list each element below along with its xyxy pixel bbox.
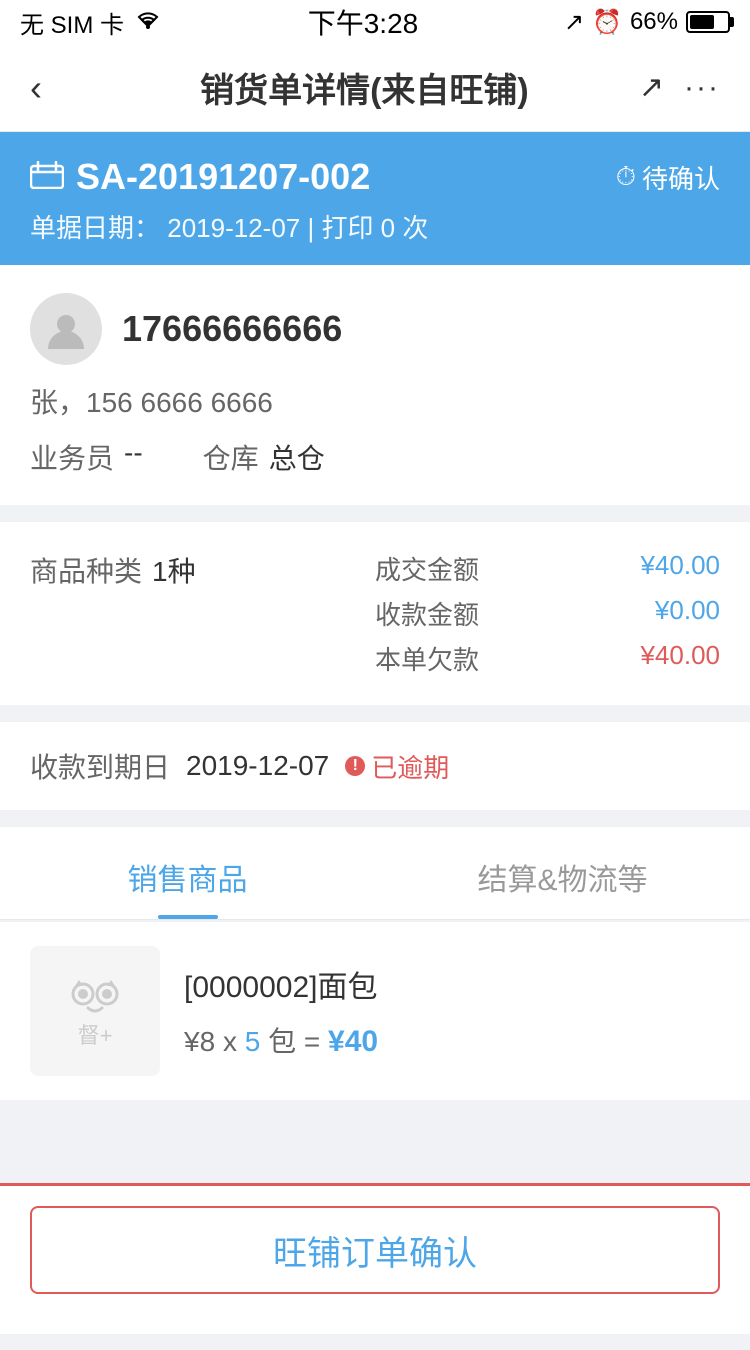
back-button[interactable]: ‹ [30, 67, 90, 109]
warehouse-item: 仓库 总仓 [203, 437, 325, 477]
status-bar-time: 下午3:28 [308, 2, 419, 42]
status-bar-right: ↗ ⏰ 66% [564, 8, 730, 37]
battery-icon [686, 11, 730, 33]
status-bar: 无 SIM 卡 下午3:28 ↗ ⏰ 66% [0, 0, 750, 44]
battery-percent: 66% [630, 8, 678, 36]
location-icon: ↗ [564, 8, 584, 37]
nav-bar: ‹ 销货单详情(来自旺铺) ↗ ··· [0, 44, 750, 132]
owed-row: 本单欠款 ¥40.00 [375, 640, 720, 677]
alarm-icon: ⏰ [592, 8, 622, 37]
status-clock-icon: ⏱ [616, 161, 636, 193]
order-status: ⏱ 待确认 [616, 159, 720, 196]
order-date-row: 单据日期： 2019-12-07 | 打印 0 次 [30, 208, 720, 245]
page-title: 销货单详情(来自旺铺) [200, 63, 529, 112]
order-id: SA-20191207-002 [30, 156, 370, 198]
nav-actions: ↗ ··· [639, 70, 720, 105]
wifi-icon [134, 8, 162, 37]
confirm-order-button[interactable]: 旺铺订单确认 [30, 1206, 720, 1294]
product-name: [0000002]面包 [184, 962, 720, 1006]
summary-right: 成交金额 ¥40.00 收款金额 ¥0.00 本单欠款 ¥40.00 [375, 550, 720, 677]
customer-meta: 业务员 -- 仓库 总仓 [30, 437, 720, 477]
order-icon [30, 156, 64, 198]
product-price-row: ¥8 x 5 包 = ¥40 [184, 1020, 720, 1060]
customer-name: 张，156 6666 6666 [30, 381, 720, 421]
table-row: 督+ [0000002]面包 ¥8 x 5 包 = ¥40 [0, 922, 750, 1100]
status-bar-left: 无 SIM 卡 [20, 5, 162, 40]
customer-top: 17666666666 [30, 293, 720, 365]
order-id-row: SA-20191207-002 ⏱ 待确认 [30, 156, 720, 198]
carrier-text: 无 SIM 卡 [20, 5, 124, 40]
customer-card: 17666666666 张，156 6666 6666 业务员 -- 仓库 总仓 [0, 265, 750, 505]
amount-row: 成交金额 ¥40.00 [375, 550, 720, 587]
due-date-card: 收款到期日 2019-12-07 ! 已逾期 [0, 722, 750, 810]
overdue-badge: ! 已逾期 [345, 748, 449, 785]
sales-item: 业务员 -- [30, 437, 143, 477]
order-header: SA-20191207-002 ⏱ 待确认 单据日期： 2019-12-07 |… [0, 132, 750, 265]
tab-sales[interactable]: 销售商品 [0, 827, 375, 919]
tab-settlement[interactable]: 结算&物流等 [375, 827, 750, 919]
summary-left: 商品种类 1种 [30, 550, 375, 677]
confirm-button-wrap: 旺铺订单确认 [0, 1183, 750, 1334]
product-info: [0000002]面包 ¥8 x 5 包 = ¥40 [184, 962, 720, 1060]
received-row: 收款金额 ¥0.00 [375, 595, 720, 632]
more-icon[interactable]: ··· [684, 71, 720, 105]
tabs-bar: 销售商品 结算&物流等 [0, 827, 750, 920]
share-icon[interactable]: ↗ [639, 70, 664, 105]
customer-phone: 17666666666 [122, 308, 342, 350]
avatar [30, 293, 102, 365]
product-thumbnail: 督+ [30, 946, 160, 1076]
overdue-dot-icon: ! [345, 756, 365, 776]
product-logo: 督+ [55, 972, 135, 1050]
product-list: 督+ [0000002]面包 ¥8 x 5 包 = ¥40 [0, 922, 750, 1100]
summary-card: 商品种类 1种 成交金额 ¥40.00 收款金额 ¥0.00 本单欠款 ¥40.… [0, 522, 750, 705]
